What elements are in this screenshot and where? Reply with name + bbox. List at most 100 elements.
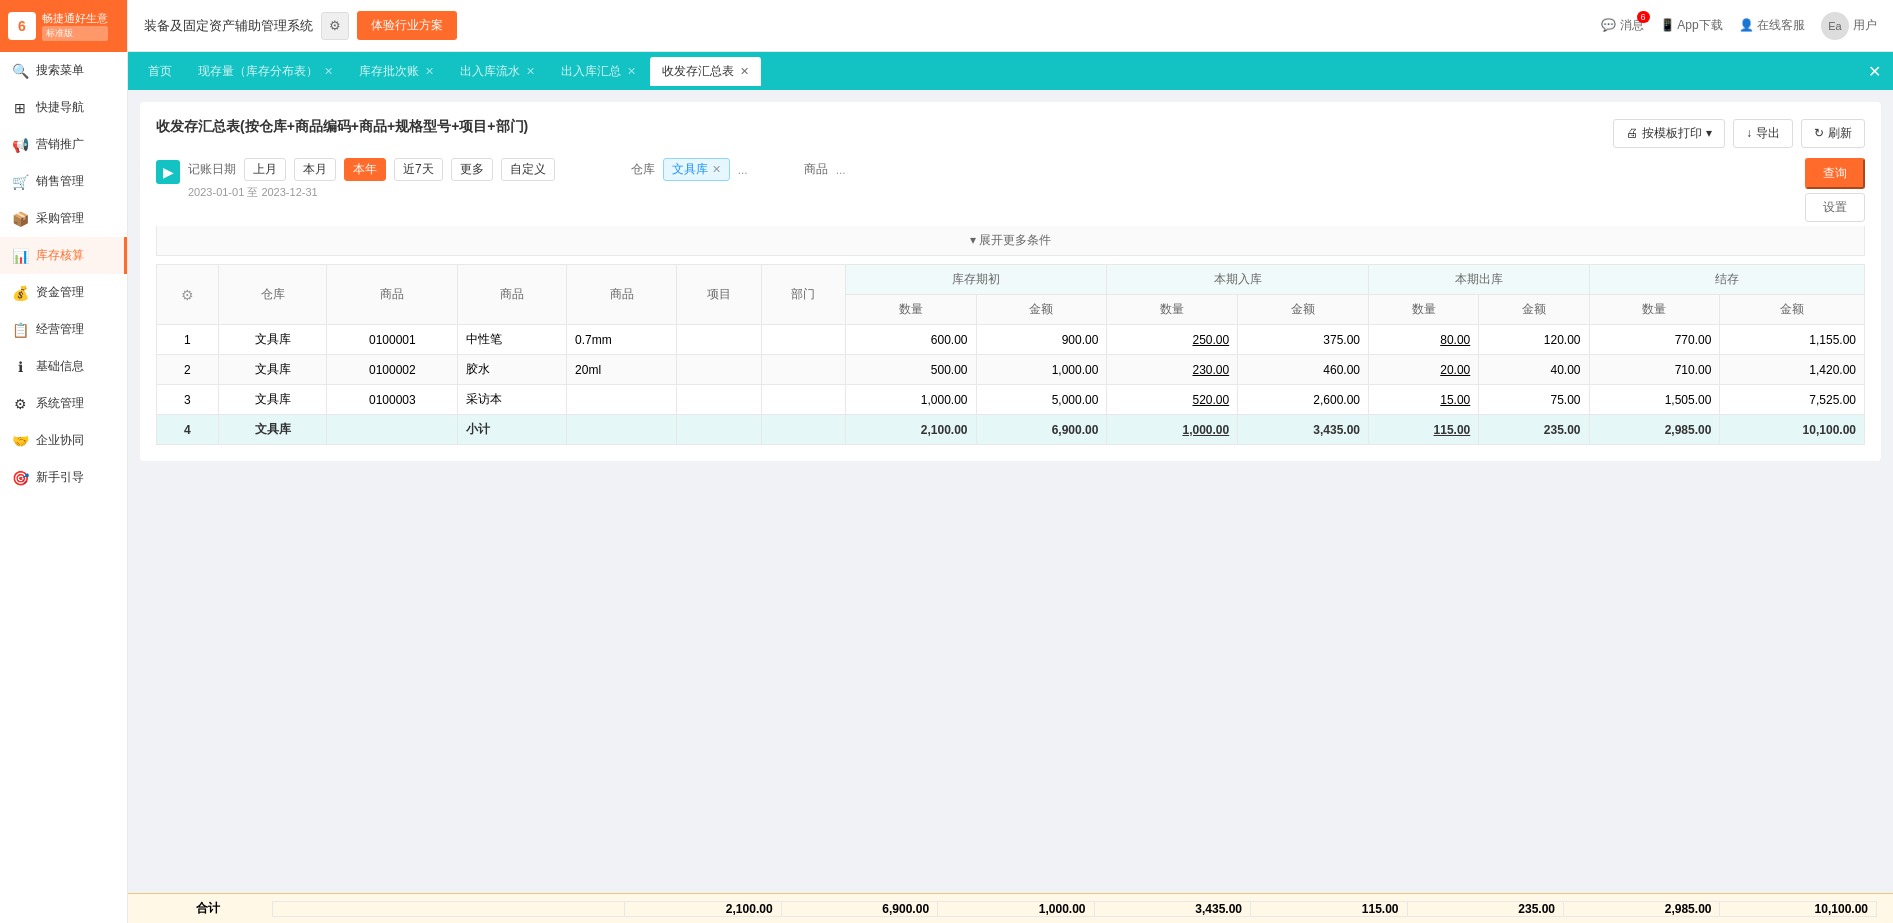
row1-in-qty[interactable]: 250.00 <box>1107 325 1238 355</box>
sidebar-item-sales[interactable]: 🛒 销售管理 <box>0 163 127 200</box>
last-month-btn[interactable]: 上月 <box>244 158 286 181</box>
sidebar-item-guide[interactable]: 🎯 新手引导 <box>0 459 127 496</box>
sidebar-item-search-menu[interactable]: 🔍 搜索菜单 <box>0 52 127 89</box>
th-in-qty: 数量 <box>1107 295 1238 325</box>
avatar: Ea <box>1821 12 1849 40</box>
row3-no: 3 <box>157 385 219 415</box>
query-button[interactable]: 查询 <box>1805 158 1865 189</box>
row2-out-qty[interactable]: 20.00 <box>1369 355 1479 385</box>
export-icon: ↓ <box>1746 126 1752 140</box>
expand-conditions-button[interactable]: ▾ 展开更多条件 <box>156 226 1865 256</box>
goods-ellipsis[interactable]: ... <box>836 163 846 177</box>
th-dept: 部门 <box>761 265 845 325</box>
row2-in-amt: 460.00 <box>1238 355 1369 385</box>
tab-close-recv-send-summary[interactable]: ✕ <box>740 65 749 78</box>
header-gear-button[interactable]: ⚙ <box>321 12 349 40</box>
th-out-amt: 金额 <box>1479 295 1589 325</box>
tab-stock-dist[interactable]: 现存量（库存分布表） ✕ <box>186 57 345 86</box>
subtotal-out-qty[interactable]: 115.00 <box>1369 415 1479 445</box>
subtotal-in-qty[interactable]: 1,000.00 <box>1107 415 1238 445</box>
row3-close-amt: 7,525.00 <box>1720 385 1865 415</box>
sidebar-item-enterprise[interactable]: 🤝 企业协同 <box>0 422 127 459</box>
sidebar-item-purchase[interactable]: 📦 采购管理 <box>0 200 127 237</box>
row3-code: 0100003 <box>327 385 458 415</box>
tab-inout-flow[interactable]: 出入库流水 ✕ <box>448 57 547 86</box>
sidebar-item-quick-nav[interactable]: ⊞ 快捷导航 <box>0 89 127 126</box>
tab-close-inout-summary[interactable]: ✕ <box>627 65 636 78</box>
sidebar-item-marketing[interactable]: 📢 营销推广 <box>0 126 127 163</box>
tab-inout-summary[interactable]: 出入库汇总 ✕ <box>549 57 648 86</box>
th-outbound-group: 本期出库 <box>1369 265 1590 295</box>
user-area[interactable]: Ea 用户 <box>1821 12 1877 40</box>
print-button[interactable]: 🖨 按模板打印 ▾ <box>1613 119 1725 148</box>
online-service-link[interactable]: 👤 在线客服 <box>1739 17 1805 34</box>
sidebar-item-inventory[interactable]: 📊 库存核算 <box>0 237 127 274</box>
warehouse-label: 仓库 <box>631 161 655 178</box>
subtotal-in-amt: 3,435.00 <box>1238 415 1369 445</box>
row3-close-qty: 1,505.00 <box>1589 385 1720 415</box>
total-open-amt: 6,900.00 <box>781 901 937 916</box>
subtotal-open-qty: 2,100.00 <box>845 415 976 445</box>
this-year-btn[interactable]: 本年 <box>344 158 386 181</box>
row2-code: 0100002 <box>327 355 458 385</box>
this-month-btn[interactable]: 本月 <box>294 158 336 181</box>
row2-in-qty[interactable]: 230.00 <box>1107 355 1238 385</box>
tab-close-stock-dist[interactable]: ✕ <box>324 65 333 78</box>
row2-project <box>677 355 761 385</box>
subtotal-open-amt: 6,900.00 <box>976 415 1107 445</box>
tab-batch[interactable]: 库存批次账 ✕ <box>347 57 446 86</box>
th-settings[interactable]: ⚙ <box>157 265 219 325</box>
row1-dept <box>761 325 845 355</box>
footer-label: 合计 <box>144 900 272 917</box>
subtotal-row: 4 文具库 小计 2,100.00 6,900.00 1,000.00 3,43… <box>157 415 1865 445</box>
th-closing-group: 结存 <box>1589 265 1864 295</box>
row3-name: 采访本 <box>458 385 567 415</box>
sidebar-logo: 6 畅捷通好生意 标准版 <box>0 0 127 52</box>
tab-close-inout-flow[interactable]: ✕ <box>526 65 535 78</box>
row3-out-qty[interactable]: 15.00 <box>1369 385 1479 415</box>
system-icon: ⚙ <box>12 396 28 412</box>
marketing-icon: 📢 <box>12 137 28 153</box>
th-warehouse: 仓库 <box>218 265 327 325</box>
date-label: 记账日期 <box>188 161 236 178</box>
app-download-link[interactable]: 📱 App下载 <box>1660 17 1723 34</box>
row1-out-qty[interactable]: 80.00 <box>1369 325 1479 355</box>
row2-dept <box>761 355 845 385</box>
tab-close-batch[interactable]: ✕ <box>425 65 434 78</box>
message-badge[interactable]: 💬 消息 6 <box>1601 17 1643 34</box>
row1-open-amt: 900.00 <box>976 325 1107 355</box>
page-actions: 🖨 按模板打印 ▾ ↓ 导出 ↻ 刷新 <box>1613 119 1865 148</box>
logo-icon: 6 <box>8 12 36 40</box>
try-solution-button[interactable]: 体验行业方案 <box>357 11 457 40</box>
tab-recv-send-summary[interactable]: 收发存汇总表 ✕ <box>650 57 761 86</box>
tab-home[interactable]: 首页 <box>136 57 184 86</box>
more-date-btn[interactable]: 更多 <box>451 158 493 181</box>
subtotal-dept <box>761 415 845 445</box>
export-button[interactable]: ↓ 导出 <box>1733 119 1793 148</box>
row3-in-amt: 2,600.00 <box>1238 385 1369 415</box>
sidebar-item-finance[interactable]: 💰 资金管理 <box>0 274 127 311</box>
subtotal-close-qty: 2,985.00 <box>1589 415 1720 445</box>
settings-button[interactable]: 设置 <box>1805 193 1865 222</box>
sidebar-item-basic[interactable]: ℹ 基础信息 <box>0 348 127 385</box>
finance-icon: 💰 <box>12 285 28 301</box>
row3-in-qty[interactable]: 520.00 <box>1107 385 1238 415</box>
th-open-qty: 数量 <box>845 295 976 325</box>
tab-bar-close-button[interactable]: ✕ <box>1864 58 1885 85</box>
sidebar-item-system[interactable]: ⚙ 系统管理 <box>0 385 127 422</box>
refresh-button[interactable]: ↻ 刷新 <box>1801 119 1865 148</box>
enterprise-icon: 🤝 <box>12 433 28 449</box>
filter-toggle-button[interactable]: ▶ <box>156 160 180 184</box>
custom-date-btn[interactable]: 自定义 <box>501 158 555 181</box>
warehouse-tag-close[interactable]: ✕ <box>712 163 721 176</box>
th-opening-group: 库存期初 <box>845 265 1107 295</box>
last-7days-btn[interactable]: 近7天 <box>394 158 443 181</box>
row1-close-qty: 770.00 <box>1589 325 1720 355</box>
row1-warehouse: 文具库 <box>218 325 327 355</box>
printer-icon: 🖨 <box>1626 126 1638 140</box>
business-icon: 📋 <box>12 322 28 338</box>
sidebar-item-business[interactable]: 📋 经营管理 <box>0 311 127 348</box>
guide-icon: 🎯 <box>12 470 28 486</box>
warehouse-ellipsis[interactable]: ... <box>738 163 748 177</box>
date-range-display: 2023-01-01 至 2023-12-31 <box>188 185 1797 200</box>
